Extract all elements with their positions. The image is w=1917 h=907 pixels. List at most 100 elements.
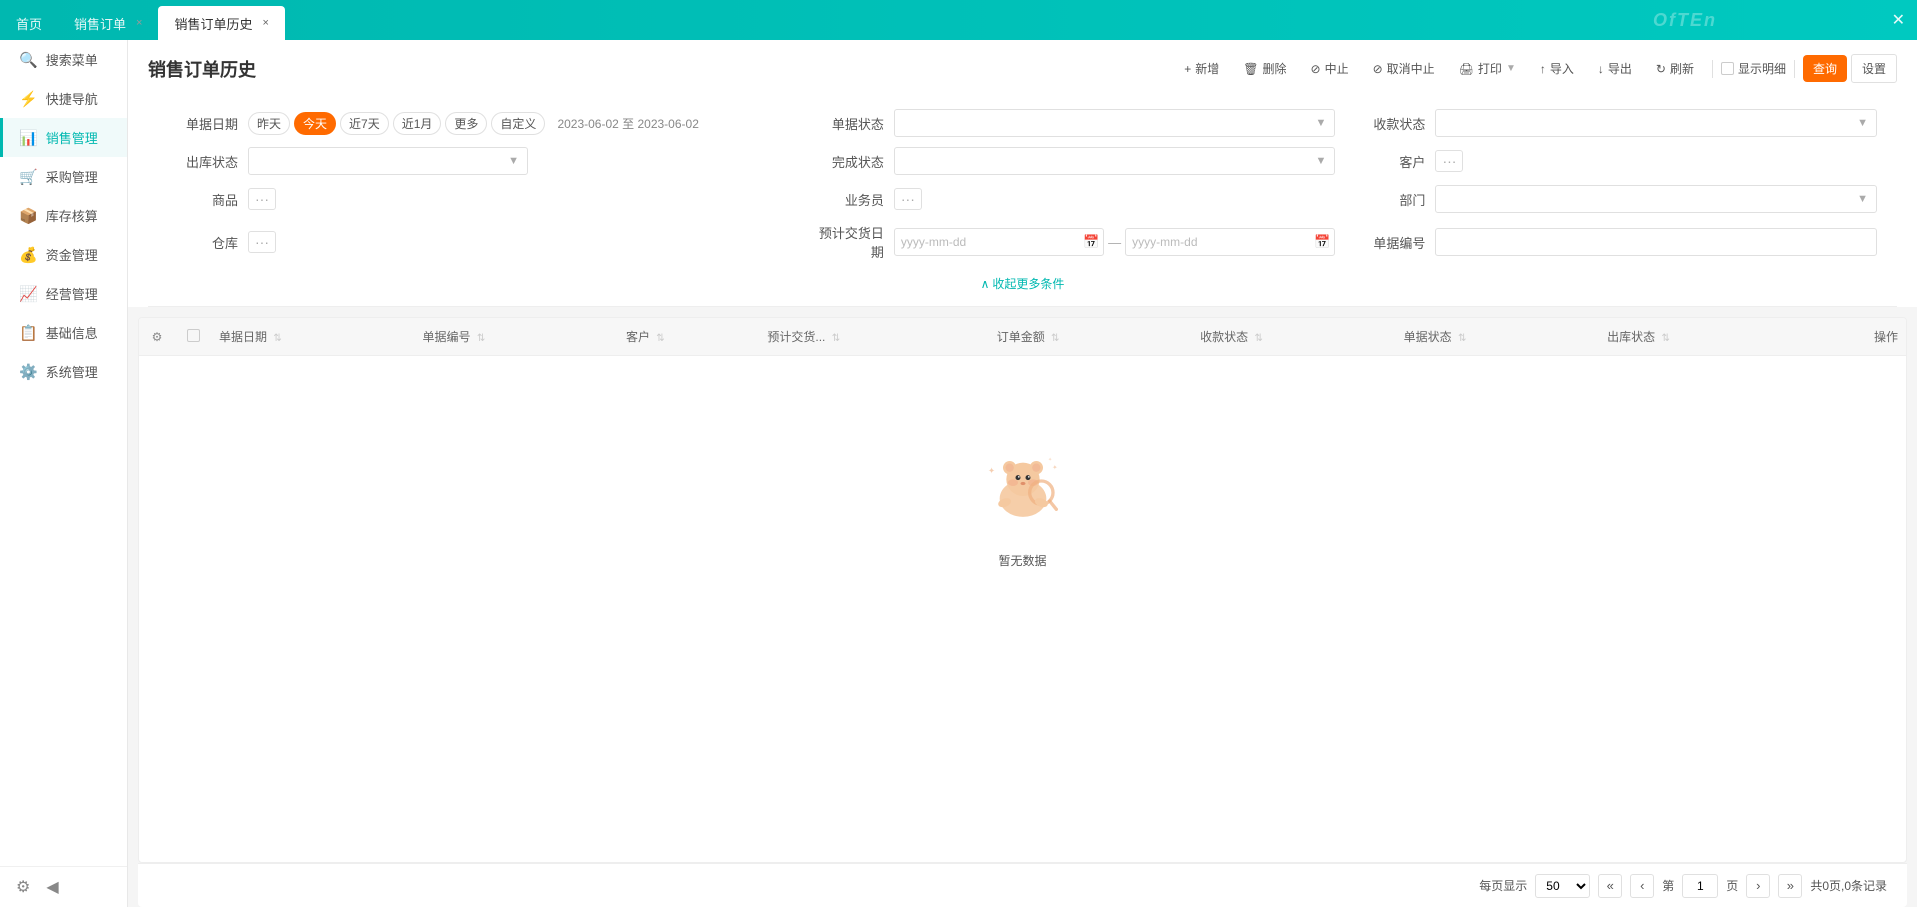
print-icon: 🖨: [1459, 62, 1474, 76]
th-amount-label: 订单金额: [997, 330, 1045, 344]
empty-illustration: ✦ ✦ ✦: [973, 436, 1073, 536]
goods-ellipsis-button[interactable]: ···: [248, 188, 276, 210]
sidebar-item-inventory[interactable]: 📦 库存核算: [0, 196, 127, 235]
order-status-select[interactable]: ▼: [894, 109, 1336, 137]
tab-sales-order[interactable]: 销售订单 ×: [58, 6, 158, 40]
sidebar-item-search-menu-label: 搜索菜单: [46, 50, 98, 69]
display-detail-toggle[interactable]: 显示明细: [1721, 60, 1786, 77]
department-select[interactable]: ▼: [1435, 185, 1877, 213]
sidebar-settings-icon[interactable]: ⚙: [16, 877, 30, 897]
expected-date-end-input[interactable]: yyyy-mm-dd 📅: [1125, 228, 1335, 256]
last-page-button[interactable]: »: [1778, 874, 1802, 898]
date-1month-btn[interactable]: 近1月: [393, 112, 442, 135]
refresh-label: 刷新: [1670, 60, 1694, 77]
tab-sales-order-close[interactable]: ×: [136, 17, 142, 29]
window-close-button[interactable]: ✕: [1892, 10, 1905, 30]
goods-label: 商品: [168, 190, 248, 209]
complete-status-select[interactable]: ▼: [894, 147, 1336, 175]
new-button[interactable]: + 新增: [1174, 55, 1229, 82]
stock-status-select[interactable]: ▼: [248, 147, 528, 175]
tab-home-label: 首页: [16, 14, 42, 33]
sidebar-collapse-icon[interactable]: ◀: [46, 877, 58, 897]
display-detail-label: 显示明细: [1738, 60, 1786, 77]
per-page-select[interactable]: 50 10 20 100: [1535, 874, 1590, 898]
sidebar-item-sys-mgmt[interactable]: ⚙️ 系统管理: [0, 352, 127, 391]
date-yesterday-btn[interactable]: 昨天: [248, 112, 290, 135]
settings-button[interactable]: 设置: [1851, 54, 1897, 83]
table-settings-icon[interactable]: ⚙: [152, 330, 163, 344]
next-page-button[interactable]: ›: [1746, 874, 1770, 898]
sidebar-item-sales-mgmt[interactable]: 📊 销售管理: [0, 118, 127, 157]
number-sort-icon[interactable]: ⇅: [477, 333, 485, 344]
import-button[interactable]: ↑ 导入: [1530, 55, 1584, 82]
sidebar-item-operations[interactable]: 📈 经营管理: [0, 274, 127, 313]
settings-label: 设置: [1862, 60, 1886, 77]
stock-status-label: 出库状态: [168, 152, 248, 171]
tab-home[interactable]: 首页: [0, 6, 58, 40]
first-page-button[interactable]: «: [1598, 874, 1622, 898]
tab-sales-order-history[interactable]: 销售订单历史 ×: [158, 6, 284, 40]
order-status-sort-icon[interactable]: ⇅: [1458, 333, 1466, 344]
prev-page-button[interactable]: ‹: [1630, 874, 1654, 898]
date-more-btn[interactable]: 更多: [445, 112, 487, 135]
delete-button[interactable]: 🗑 删除: [1233, 55, 1296, 82]
expected-date-sort-icon[interactable]: ⇅: [832, 333, 840, 344]
refresh-button[interactable]: ↻ 刷新: [1646, 55, 1704, 82]
date-sort-icon[interactable]: ⇅: [273, 333, 281, 344]
svg-text:✦: ✦: [1048, 457, 1052, 463]
salesperson-ellipsis-button[interactable]: ···: [894, 188, 922, 210]
stop-label: 中止: [1325, 60, 1349, 77]
sidebar-item-quick-nav[interactable]: ⚡ 快捷导航: [0, 79, 127, 118]
stock-status-sort-icon[interactable]: ⇅: [1661, 333, 1669, 344]
svg-text:✦: ✦: [1052, 463, 1058, 471]
main-layout: 🔍 搜索菜单 ⚡ 快捷导航 📊 销售管理 🛒 采购管理 📦 库存核算 💰 资金管…: [0, 40, 1917, 907]
filter-row-3: 商品 ··· 业务员 ··· 部门 ▼: [168, 185, 1877, 213]
expected-date-filter-item: 预计交货日期 yyyy-mm-dd 📅 — yyyy-mm-dd 📅: [794, 223, 1336, 261]
delete-icon: 🗑: [1243, 62, 1258, 76]
sidebar-item-purchase-mgmt[interactable]: 🛒 采购管理: [0, 157, 127, 196]
th-expected-date: 预计交货... ⇅: [759, 318, 988, 356]
pagination-bar: 每页显示 50 10 20 100 « ‹ 第 页 › » 共0页,0条记录: [138, 863, 1907, 907]
stock-status-arrow-icon: ▼: [508, 155, 519, 167]
sidebar-item-base-info[interactable]: 📋 基础信息: [0, 313, 127, 352]
sidebar-item-sys-mgmt-label: 系统管理: [46, 362, 98, 381]
main-content: 销售订单历史 + 新增 🗑 删除 ⊘ 中止 ⊘: [128, 40, 1917, 907]
page-label-after: 页: [1726, 877, 1738, 894]
table-header-row: ⚙ 单据日期 ⇅ 单据编号 ⇅: [139, 318, 1906, 356]
export-button[interactable]: ↓ 导出: [1588, 55, 1642, 82]
stop-button[interactable]: ⊘ 中止: [1301, 55, 1359, 82]
date-custom-btn[interactable]: 自定义: [491, 112, 545, 135]
warehouse-label: 仓库: [168, 233, 248, 252]
cancel-stop-icon: ⊘: [1373, 62, 1383, 76]
expected-date-start-input[interactable]: yyyy-mm-dd 📅: [894, 228, 1104, 256]
warehouse-ellipsis-button[interactable]: ···: [248, 231, 276, 253]
page-label-before: 第: [1662, 877, 1674, 894]
date-filter-group: 昨天 今天 近7天 近1月 更多 自定义 2023-06-02 至 2023-0…: [248, 112, 699, 135]
cancel-stop-button[interactable]: ⊘ 取消中止: [1363, 55, 1445, 82]
header-checkbox[interactable]: [187, 329, 200, 342]
customer-ellipsis-button[interactable]: ···: [1435, 150, 1463, 172]
tab-sales-order-history-close[interactable]: ×: [262, 17, 268, 29]
print-button[interactable]: 🖨 打印 ▼: [1449, 55, 1526, 82]
display-detail-checkbox[interactable]: [1721, 62, 1734, 75]
amount-sort-icon[interactable]: ⇅: [1051, 333, 1059, 344]
tab-sales-order-history-label: 销售订单历史: [174, 14, 252, 33]
customer-sort-icon[interactable]: ⇅: [656, 333, 664, 344]
payment-status-sort-icon[interactable]: ⇅: [1255, 333, 1263, 344]
query-button[interactable]: 查询: [1803, 55, 1847, 82]
date-7days-btn[interactable]: 近7天: [340, 112, 389, 135]
page-number-input[interactable]: [1682, 874, 1718, 898]
date-today-btn[interactable]: 今天: [294, 112, 336, 135]
sidebar-item-finance[interactable]: 💰 资金管理: [0, 235, 127, 274]
sys-mgmt-icon: ⚙️: [19, 363, 38, 381]
th-customer: 客户 ⇅: [618, 318, 759, 356]
th-payment-status-label: 收款状态: [1200, 330, 1248, 344]
date-filter-item: 单据日期 昨天 今天 近7天 近1月 更多 自定义 2023-06-02 至 2…: [168, 112, 794, 135]
complete-status-arrow-icon: ▼: [1316, 155, 1327, 167]
th-number-label: 单据编号: [422, 330, 470, 344]
sidebar-item-search-menu[interactable]: 🔍 搜索菜单: [0, 40, 127, 79]
payment-status-select[interactable]: ▼: [1435, 109, 1877, 137]
sidebar-item-base-info-label: 基础信息: [46, 323, 98, 342]
order-number-input[interactable]: [1435, 228, 1877, 256]
collapse-button[interactable]: ∧ 收起更多条件: [981, 275, 1065, 292]
